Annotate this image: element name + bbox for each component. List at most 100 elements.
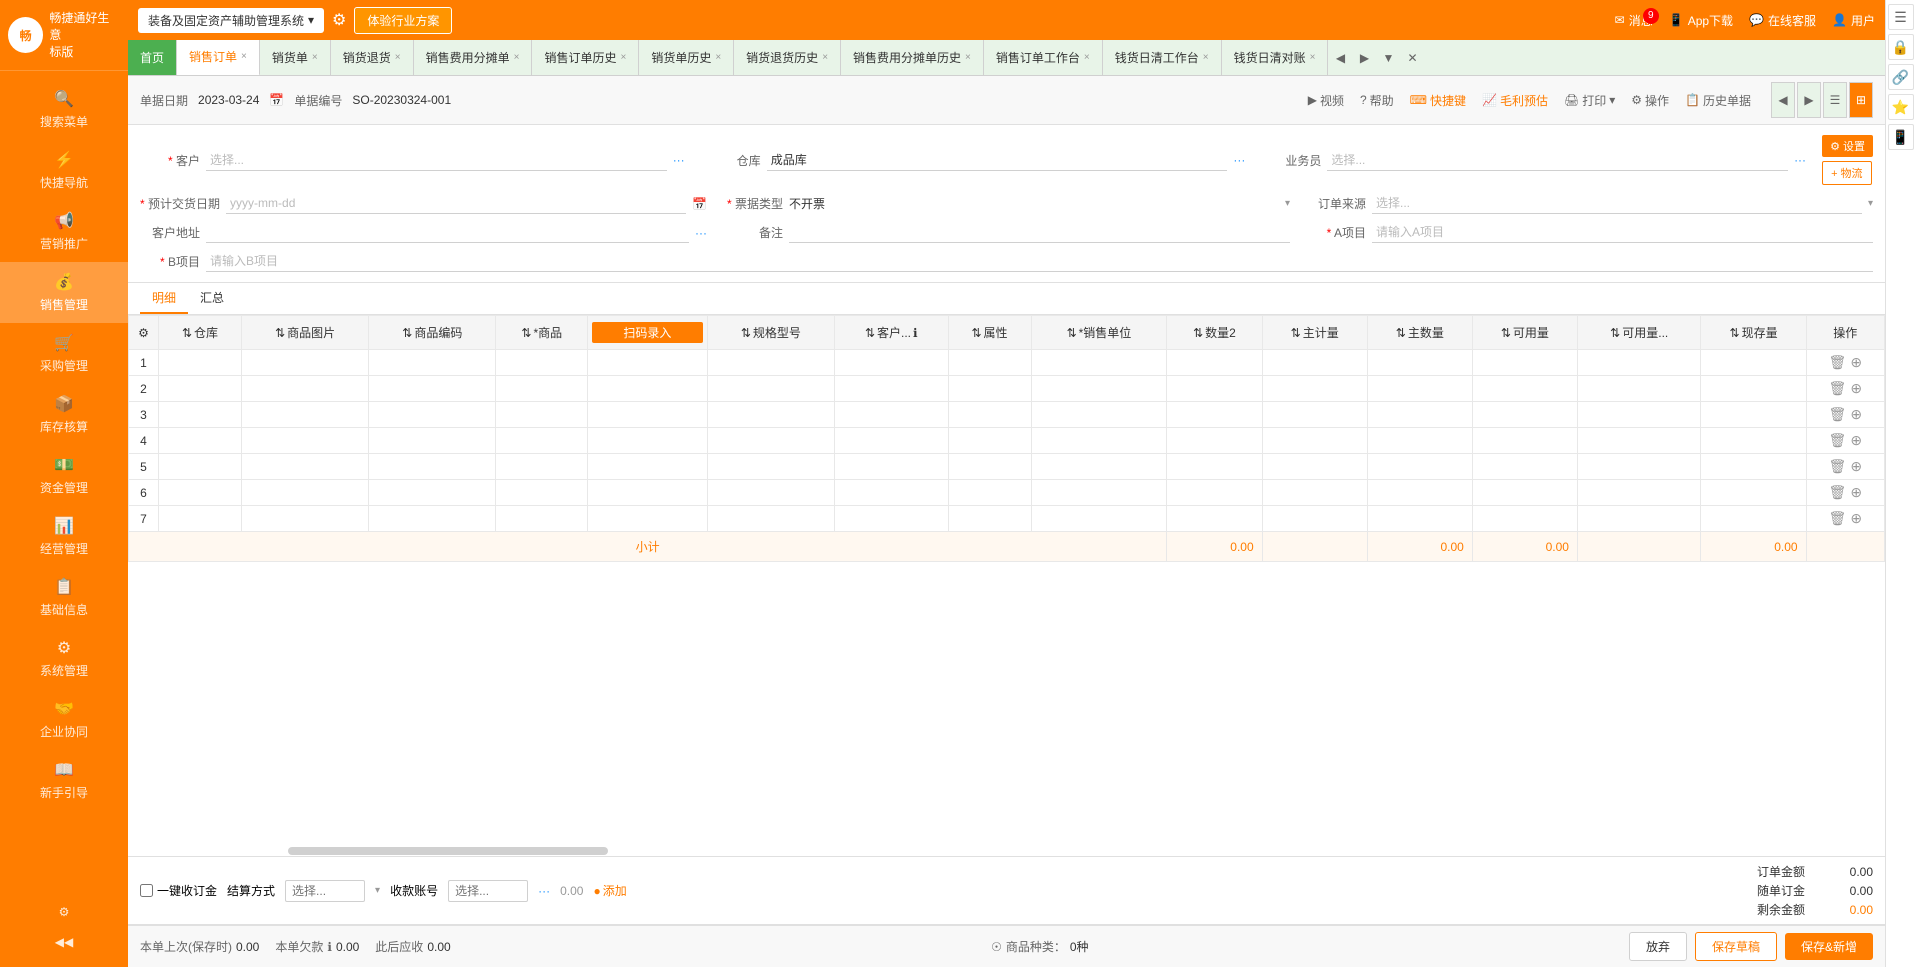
sidebar-collapse-btn[interactable]: ◀◀ — [0, 927, 128, 957]
delete-row-btn[interactable]: 🗑 — [1829, 380, 1847, 397]
history-btn[interactable]: 📋 历史单据 — [1681, 90, 1755, 111]
scrollbar[interactable] — [288, 847, 608, 855]
sort-icon[interactable]: ⇅ — [1396, 326, 1406, 340]
tab-sales-expense[interactable]: 销售费用分摊单 × — [414, 40, 533, 76]
industry-btn[interactable]: 体验行业方案 — [354, 7, 452, 34]
video-btn[interactable]: ▶ 视频 — [1304, 90, 1348, 111]
print-btn[interactable]: 🖨 打印 ▾ — [1560, 90, 1619, 111]
tab-close-icon[interactable]: × — [1310, 52, 1316, 63]
tab-return-history[interactable]: 销货退货历史 × — [734, 40, 841, 76]
tab-close-icon[interactable]: × — [715, 52, 721, 63]
calendar-icon[interactable]: 📅 — [269, 93, 284, 107]
tab-close-icon[interactable]: × — [1084, 52, 1090, 63]
copy-row-btn[interactable]: ⊕ — [1850, 380, 1862, 397]
copy-row-btn[interactable]: ⊕ — [1850, 432, 1862, 449]
sidebar-settings-btn[interactable]: ⚙ — [0, 897, 128, 927]
copy-row-btn[interactable]: ⊕ — [1850, 406, 1862, 423]
sidebar-item-system[interactable]: ⚙ 系统管理 — [0, 628, 128, 689]
copy-row-btn[interactable]: ⊕ — [1850, 484, 1862, 501]
tab-sales-history[interactable]: 销货单历史 × — [639, 40, 734, 76]
sort-icon[interactable]: ⇅ — [1610, 326, 1620, 340]
add-btn[interactable]: ● 添加 — [593, 882, 626, 899]
sort-icon[interactable]: ⇅ — [521, 326, 531, 340]
b-project-input[interactable] — [206, 251, 1873, 272]
delete-row-btn[interactable]: 🗑 — [1829, 510, 1847, 527]
a-project-input[interactable] — [1372, 222, 1873, 243]
sort-icon[interactable]: ⇅ — [1193, 326, 1203, 340]
delete-row-btn[interactable]: 🗑 — [1829, 458, 1847, 475]
sort-icon[interactable]: ⇅ — [741, 326, 751, 340]
remark-input[interactable] — [789, 222, 1290, 243]
settings-btn[interactable]: ⚙ 设置 — [1822, 135, 1873, 157]
tab-sales-order-history[interactable]: 销售订单历史 × — [532, 40, 639, 76]
order-source-dropdown-icon[interactable]: ▾ — [1868, 198, 1873, 209]
right-panel-btn-5[interactable]: 📱 — [1888, 124, 1914, 150]
table-container[interactable]: ⚙ ⇅ 仓库 ⇅ 商品图片 ⇅ 商品编码 ⇅ *商品 — [128, 315, 1885, 845]
list-view-btn[interactable]: ☰ — [1823, 82, 1847, 118]
tab-next-btn[interactable]: ▶ — [1352, 40, 1376, 76]
tab-close-icon[interactable]: × — [312, 52, 318, 63]
account-input[interactable] — [448, 880, 528, 902]
invoice-type-dropdown-icon[interactable]: ▾ — [1285, 198, 1290, 209]
sidebar-item-enterprise[interactable]: 🤝 企业协同 — [0, 689, 128, 750]
sidebar-item-basic[interactable]: 📋 基础信息 — [0, 567, 128, 628]
profit-btn[interactable]: 📈 毛利预估 — [1478, 90, 1552, 111]
user-avatar[interactable]: 👤 用户 — [1832, 12, 1875, 29]
help-btn[interactable]: ? 帮助 — [1356, 90, 1398, 111]
tab-home[interactable]: 首页 — [128, 40, 177, 76]
tab-menu-btn[interactable]: ▼ — [1376, 40, 1400, 76]
sort-icon[interactable]: ⇅ — [971, 326, 981, 340]
salesperson-input[interactable] — [1327, 150, 1788, 171]
next-record-btn[interactable]: ▶ — [1797, 82, 1821, 118]
sidebar-item-management[interactable]: 📊 经营管理 — [0, 506, 128, 567]
abandon-btn[interactable]: 放弃 — [1629, 932, 1687, 961]
sidebar-item-quick[interactable]: ⚡ 快捷导航 — [0, 140, 128, 201]
order-source-input[interactable] — [1372, 193, 1862, 214]
sort-icon[interactable]: ⇅ — [1730, 326, 1740, 340]
sort-icon[interactable]: ⇅ — [402, 326, 412, 340]
delete-row-btn[interactable]: 🗑 — [1829, 406, 1847, 423]
tab-close-icon[interactable]: × — [514, 52, 520, 63]
sidebar-item-search[interactable]: 🔍 搜索菜单 — [0, 79, 128, 140]
sort-icon[interactable]: ⇅ — [275, 326, 285, 340]
tab-expense-history[interactable]: 销售费用分摊单历史 × — [841, 40, 984, 76]
warehouse-more-btn[interactable]: ··· — [1233, 153, 1245, 167]
gear-settings-btn[interactable]: ⚙ — [332, 10, 346, 30]
system-title[interactable]: 装备及固定资产辅助管理系统 ▾ — [138, 8, 324, 33]
tab-detail[interactable]: 明细 — [140, 283, 188, 314]
tab-close-icon[interactable]: × — [965, 52, 971, 63]
tab-sales-list[interactable]: 销货单 × — [260, 40, 331, 76]
sort-icon[interactable]: ⇅ — [1291, 326, 1301, 340]
right-panel-btn-1[interactable]: ☰ — [1888, 4, 1914, 30]
delivery-date-input[interactable] — [226, 193, 686, 214]
customer-input[interactable] — [206, 150, 667, 171]
tab-close-all-btn[interactable]: ✕ — [1400, 40, 1424, 76]
sidebar-item-marketing[interactable]: 📢 营销推广 — [0, 201, 128, 262]
right-panel-btn-3[interactable]: 🔗 — [1888, 64, 1914, 90]
tab-summary[interactable]: 汇总 — [188, 283, 236, 314]
customer-address-input[interactable] — [206, 222, 689, 243]
tab-close-icon[interactable]: × — [1203, 52, 1209, 63]
payment-method-input[interactable] — [285, 880, 365, 902]
th-settings[interactable]: ⚙ — [129, 316, 159, 350]
sort-icon[interactable]: ⇅ — [1067, 326, 1077, 340]
tab-close-icon[interactable]: × — [395, 52, 401, 63]
right-panel-btn-4[interactable]: ⭐ — [1888, 94, 1914, 120]
tab-prev-btn[interactable]: ◀ — [1328, 40, 1352, 76]
salesperson-more-btn[interactable]: ··· — [1794, 153, 1806, 167]
grid-view-btn[interactable]: ⊞ — [1849, 82, 1873, 118]
add-item-btn[interactable]: + 物流 — [1822, 161, 1871, 185]
message-btn[interactable]: ✉ 消息 9 — [1615, 12, 1653, 29]
save-draft-btn[interactable]: 保存草稿 — [1695, 932, 1777, 961]
account-more-btn[interactable]: ··· — [538, 884, 550, 898]
tab-order-workbench[interactable]: 销售订单工作台 × — [984, 40, 1103, 76]
delete-row-btn[interactable]: 🗑 — [1829, 354, 1847, 371]
app-download-btn[interactable]: 📱 App下载 — [1669, 12, 1733, 29]
right-panel-btn-2[interactable]: 🔒 — [1888, 34, 1914, 60]
tab-close-icon[interactable]: × — [241, 51, 247, 62]
shortcut-btn[interactable]: ⌨ 快捷键 — [1406, 90, 1470, 111]
tab-close-icon[interactable]: × — [822, 52, 828, 63]
sort-icon[interactable]: ⇅ — [865, 326, 875, 340]
tab-daily-workbench[interactable]: 钱货日清工作台 × — [1103, 40, 1222, 76]
sidebar-item-purchase[interactable]: 🛒 采购管理 — [0, 323, 128, 384]
